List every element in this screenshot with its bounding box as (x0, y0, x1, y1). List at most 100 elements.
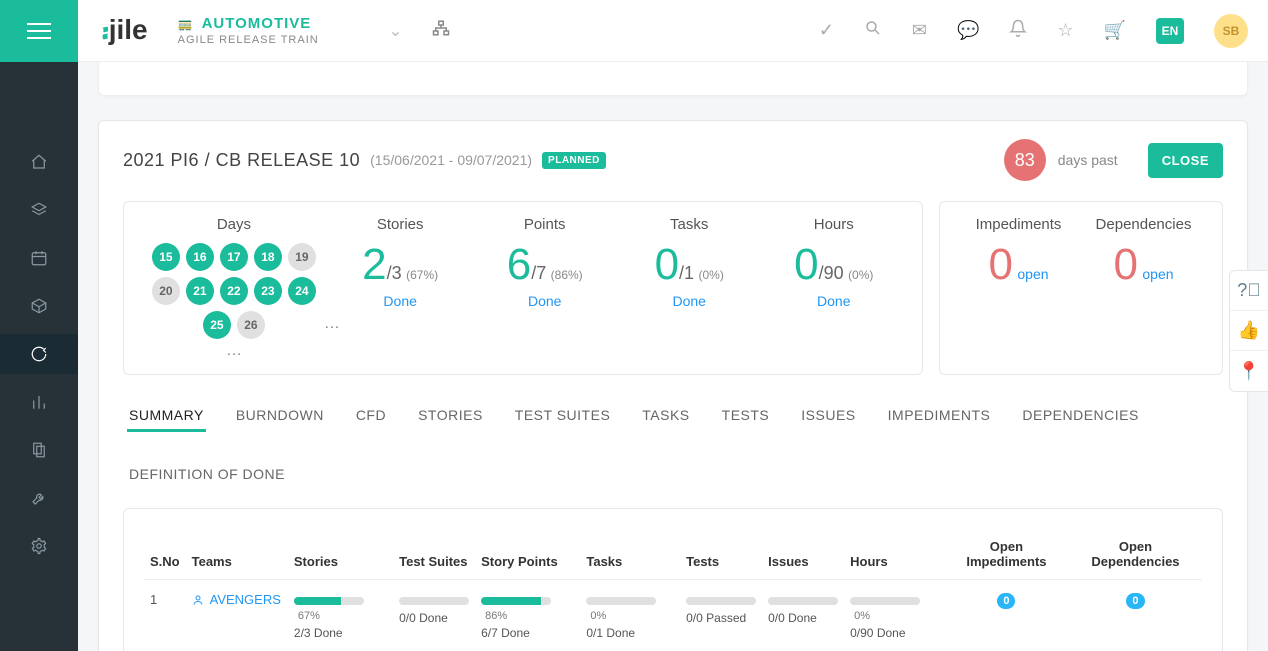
tab-impediments[interactable]: IMPEDIMENTS (886, 401, 993, 432)
breadcrumb[interactable]: 🚃 AUTOMOTIVE AGILE RELEASE TRAIN (178, 15, 319, 46)
day-bubble[interactable]: 25 (203, 311, 231, 339)
main: 2021 PI6 / CB RELEASE 10 (15/06/2021 - 0… (78, 62, 1268, 651)
tasks-pct: (0%) (699, 268, 724, 282)
days-past-count: 83 (1004, 139, 1046, 181)
impediments-chip[interactable]: 0 (997, 593, 1015, 609)
day-bubble[interactable]: 20 (152, 277, 180, 305)
sidebar-docs[interactable] (0, 430, 78, 470)
hours-cell: Hours 0/90 (0%) Done (761, 216, 906, 360)
impediments-cell: Impediments 0 open (956, 216, 1081, 360)
tab-test-suites[interactable]: TEST SUITES (513, 401, 612, 432)
project-name: AUTOMOTIVE (202, 15, 312, 32)
day-bubble[interactable]: 23 (254, 277, 282, 305)
points-big: 6 (507, 243, 531, 287)
language-badge[interactable]: EN (1156, 18, 1184, 44)
cell-issues: 0/0 Done (762, 580, 844, 651)
tab-issues[interactable]: ISSUES (799, 401, 857, 432)
sidebar-tools[interactable] (0, 478, 78, 518)
star-icon[interactable]: ☆ (1057, 20, 1073, 41)
col-stories: Stories (288, 529, 393, 580)
day-bubble[interactable]: 24 (288, 277, 316, 305)
tab-definition-of-done[interactable]: DEFINITION OF DONE (127, 460, 287, 488)
search-icon[interactable] (864, 19, 882, 42)
dependencies-open-link[interactable]: open (1142, 266, 1173, 282)
sidebar-layers[interactable] (0, 190, 78, 230)
hours-label: Hours (761, 216, 906, 233)
points-cell: Points 6/7 (86%) Done (472, 216, 617, 360)
cell-suites: 0/0 Done (393, 580, 475, 651)
cart-icon[interactable]: 🛒 (1104, 20, 1126, 41)
summary-table: S.NoTeamsStoriesTest SuitesStory PointsT… (144, 529, 1202, 651)
signpost-icon[interactable]: 📍 (1230, 351, 1268, 391)
logo[interactable]: ᎓jile (102, 12, 148, 49)
tab-stories[interactable]: STORIES (416, 401, 485, 432)
chat-icon[interactable]: 💬 (957, 20, 979, 41)
hierarchy-icon[interactable] (432, 19, 450, 42)
hours-done-link[interactable]: Done (817, 293, 850, 309)
tasks-label: Tasks (617, 216, 762, 233)
release-title: 2021 PI6 / CB RELEASE 10 (123, 150, 360, 171)
day-bubble[interactable]: 22 (220, 277, 248, 305)
day-bubble[interactable]: 26 (237, 311, 265, 339)
impediments-open-link[interactable]: open (1017, 266, 1048, 282)
table-header-row: S.NoTeamsStoriesTest SuitesStory PointsT… (144, 529, 1202, 580)
topbar-actions: ✓ ✉ 💬 ☆ 🛒 EN SB (819, 14, 1268, 48)
day-bubble[interactable]: 16 (186, 243, 214, 271)
col-issues: Issues (762, 529, 844, 580)
tab-dependencies[interactable]: DEPENDENCIES (1020, 401, 1140, 432)
tab-tests[interactable]: TESTS (720, 401, 772, 432)
ellipsis-icon: … (324, 315, 340, 333)
release-header: 2021 PI6 / CB RELEASE 10 (15/06/2021 - 0… (123, 139, 1223, 181)
tab-cfd[interactable]: CFD (354, 401, 388, 432)
day-bubble[interactable]: 21 (186, 277, 214, 305)
chevron-down-icon[interactable]: ⌄ (389, 21, 402, 41)
mail-icon[interactable]: ✉ (912, 20, 927, 41)
sidebar-box[interactable] (0, 286, 78, 326)
sidebar-home[interactable] (0, 142, 78, 182)
days-label: Days (140, 216, 328, 233)
train-icon: 🚃 (178, 17, 194, 31)
stories-done-link[interactable]: Done (383, 293, 416, 309)
hours-den: /90 (819, 263, 844, 283)
day-bubble[interactable]: 17 (220, 243, 248, 271)
col-test-suites: Test Suites (393, 529, 475, 580)
sidebar-settings[interactable] (0, 526, 78, 566)
approve-icon[interactable]: ✓ (819, 20, 834, 41)
close-button[interactable]: CLOSE (1148, 143, 1223, 178)
hamburger-menu[interactable] (0, 0, 78, 62)
bell-icon[interactable] (1009, 19, 1027, 42)
more-dots: … (140, 342, 328, 360)
tab-burndown[interactable]: BURNDOWN (234, 401, 326, 432)
day-bubble[interactable]: 19 (288, 243, 316, 271)
table-body: 1AVENGERS67%2/3 Done0/0 Done86%6/7 Done0… (144, 580, 1202, 651)
points-label: Points (472, 216, 617, 233)
tasks-done-link[interactable]: Done (672, 293, 705, 309)
cell-stories: 67%2/3 Done (288, 580, 393, 651)
points-done-link[interactable]: Done (528, 293, 561, 309)
avatar[interactable]: SB (1214, 14, 1248, 48)
help-icon[interactable]: ?⃝ (1230, 271, 1268, 311)
days-cell: Days 151617181920212223242526… … (140, 216, 328, 360)
cell-team: AVENGERS (186, 580, 288, 651)
day-bubble[interactable]: 15 (152, 243, 180, 271)
tab-tasks[interactable]: TASKS (640, 401, 691, 432)
sidebar-sprint[interactable] (0, 334, 78, 374)
team-link[interactable]: AVENGERS (192, 592, 282, 607)
dependencies-chip[interactable]: 0 (1126, 593, 1144, 609)
cell-tests: 0/0 Passed (680, 580, 762, 651)
col-teams: Teams (186, 529, 288, 580)
dependencies-cell: Dependencies 0 open (1081, 216, 1206, 360)
release-card: 2021 PI6 / CB RELEASE 10 (15/06/2021 - 0… (98, 120, 1248, 651)
col-tasks: Tasks (580, 529, 680, 580)
points-den: /7 (531, 263, 546, 283)
hours-pct: (0%) (848, 268, 873, 282)
tab-summary[interactable]: SUMMARY (127, 401, 206, 432)
day-bubble[interactable]: 18 (254, 243, 282, 271)
sidebar-reports[interactable] (0, 382, 78, 422)
cell-tasks: 0%0/1 Done (580, 580, 680, 651)
stories-cell: Stories 2/3 (67%) Done (328, 216, 473, 360)
tasks-cell: Tasks 0/1 (0%) Done (617, 216, 762, 360)
sidebar-calendar[interactable] (0, 238, 78, 278)
thumbs-up-icon[interactable]: 👍 (1230, 311, 1268, 351)
cell-dep: 0 (1069, 580, 1202, 651)
